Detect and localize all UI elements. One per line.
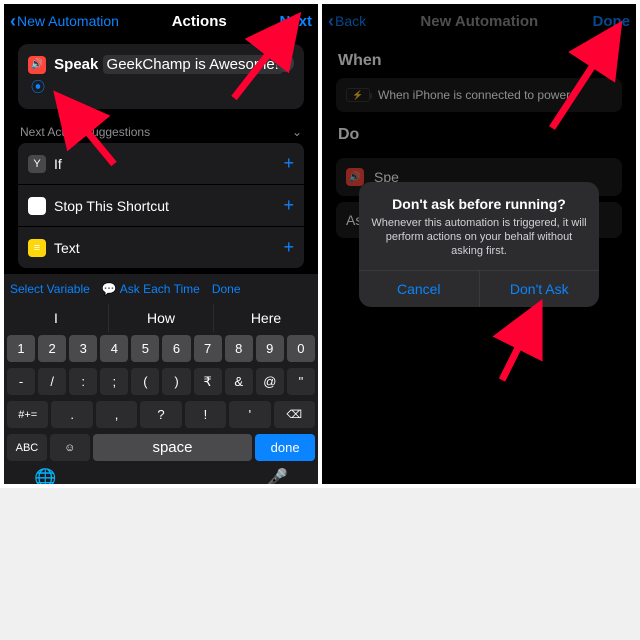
predictions-row: I How Here <box>4 304 318 332</box>
key-3[interactable]: 3 <box>69 335 97 362</box>
action-card-speak[interactable]: 🔊 Speak GeekChamp is Awesome! ⦿ ✕ <box>18 44 304 109</box>
suggestion-if[interactable]: YIf + <box>18 143 304 185</box>
key-lparen[interactable]: ( <box>131 368 159 395</box>
back-label: New Automation <box>17 13 119 29</box>
alert-confirm-button[interactable]: Don't Ask <box>480 271 600 307</box>
key-rupee[interactable]: ₹ <box>194 368 222 395</box>
back-button[interactable]: ‹ New Automation <box>10 11 119 32</box>
key-dash[interactable]: - <box>7 368 35 395</box>
key-5[interactable]: 5 <box>131 335 159 362</box>
nav-title: Actions <box>172 13 227 30</box>
key-done[interactable]: done <box>255 434 315 461</box>
screen-actions: ‹ New Automation Actions Next 🔊 Speak Ge… <box>4 4 318 484</box>
branch-icon: Y <box>28 155 46 173</box>
alert-cancel-button[interactable]: Cancel <box>359 271 480 307</box>
add-icon[interactable]: + <box>283 153 294 174</box>
keyboard-accessory-bar: Select Variable 💬 Ask Each Time Done <box>4 274 318 304</box>
speak-action-name: Speak <box>54 56 98 73</box>
key-space[interactable]: space <box>93 434 252 461</box>
key-symbols[interactable]: #+= <box>7 401 48 428</box>
key-comma[interactable]: , <box>96 401 137 428</box>
chevron-left-icon: ‹ <box>10 11 16 32</box>
speaker-icon: 🔊 <box>28 56 46 74</box>
ask-each-time-button[interactable]: 💬 Ask Each Time <box>102 282 200 296</box>
key-rparen[interactable]: ) <box>162 368 190 395</box>
key-abc[interactable]: ABC <box>7 434 47 461</box>
stop-icon: ■ <box>28 197 46 215</box>
select-variable-button[interactable]: Select Variable <box>10 282 90 296</box>
key-7[interactable]: 7 <box>194 335 222 362</box>
alert-message: Whenever this automation is triggered, i… <box>371 216 587 258</box>
key-slash[interactable]: / <box>38 368 66 395</box>
key-emoji[interactable]: ☺ <box>50 434 90 461</box>
key-9[interactable]: 9 <box>256 335 284 362</box>
key-at[interactable]: @ <box>256 368 284 395</box>
suggestions-header: Next Action Suggestions ⌄ <box>4 115 318 143</box>
key-quote[interactable]: " <box>287 368 315 395</box>
speak-text-value[interactable]: GeekChamp is Awesome! <box>103 55 283 74</box>
text-icon: ≡ <box>28 239 46 257</box>
next-button[interactable]: Next <box>279 13 312 30</box>
alert-dialog: Don't ask before running? Whenever this … <box>359 182 599 307</box>
key-semi[interactable]: ; <box>100 368 128 395</box>
navbar-left: ‹ New Automation Actions Next <box>4 4 318 38</box>
key-bang[interactable]: ! <box>185 401 226 428</box>
key-1[interactable]: 1 <box>7 335 35 362</box>
key-question[interactable]: ? <box>140 401 181 428</box>
key-6[interactable]: 6 <box>162 335 190 362</box>
key-colon[interactable]: : <box>69 368 97 395</box>
reveal-more-icon[interactable]: ⦿ <box>31 79 45 95</box>
add-icon[interactable]: + <box>283 237 294 258</box>
keyboard: I How Here 1234567890 -/:;()₹&@" #+= .,?… <box>4 304 318 484</box>
prediction[interactable]: Here <box>214 304 318 332</box>
chevron-down-icon[interactable]: ⌄ <box>292 125 302 139</box>
key-amp[interactable]: & <box>225 368 253 395</box>
key-apos[interactable]: ' <box>229 401 270 428</box>
mic-icon[interactable]: 🎤 <box>266 468 288 484</box>
suggestion-text[interactable]: ≡Text + <box>18 227 304 268</box>
key-4[interactable]: 4 <box>100 335 128 362</box>
key-backspace[interactable]: ⌫ <box>274 401 315 428</box>
prediction[interactable]: How <box>109 304 214 332</box>
kb-bar-done-button[interactable]: Done <box>212 282 241 296</box>
key-period[interactable]: . <box>51 401 92 428</box>
key-0[interactable]: 0 <box>287 335 315 362</box>
suggestion-stop[interactable]: ■Stop This Shortcut + <box>18 185 304 227</box>
suggestions-list: YIf + ■Stop This Shortcut + ≡Text + <box>18 143 304 268</box>
globe-icon[interactable]: 🌐 <box>34 468 56 484</box>
alert-title: Don't ask before running? <box>371 196 587 212</box>
key-2[interactable]: 2 <box>38 335 66 362</box>
clear-action-button[interactable]: ✕ <box>276 54 294 72</box>
modal-overlay: Don't ask before running? Whenever this … <box>322 4 636 484</box>
screen-summary: ‹ Back New Automation Done When ⚡ When i… <box>322 4 636 484</box>
add-icon[interactable]: + <box>283 195 294 216</box>
key-8[interactable]: 8 <box>225 335 253 362</box>
prediction[interactable]: I <box>4 304 109 332</box>
